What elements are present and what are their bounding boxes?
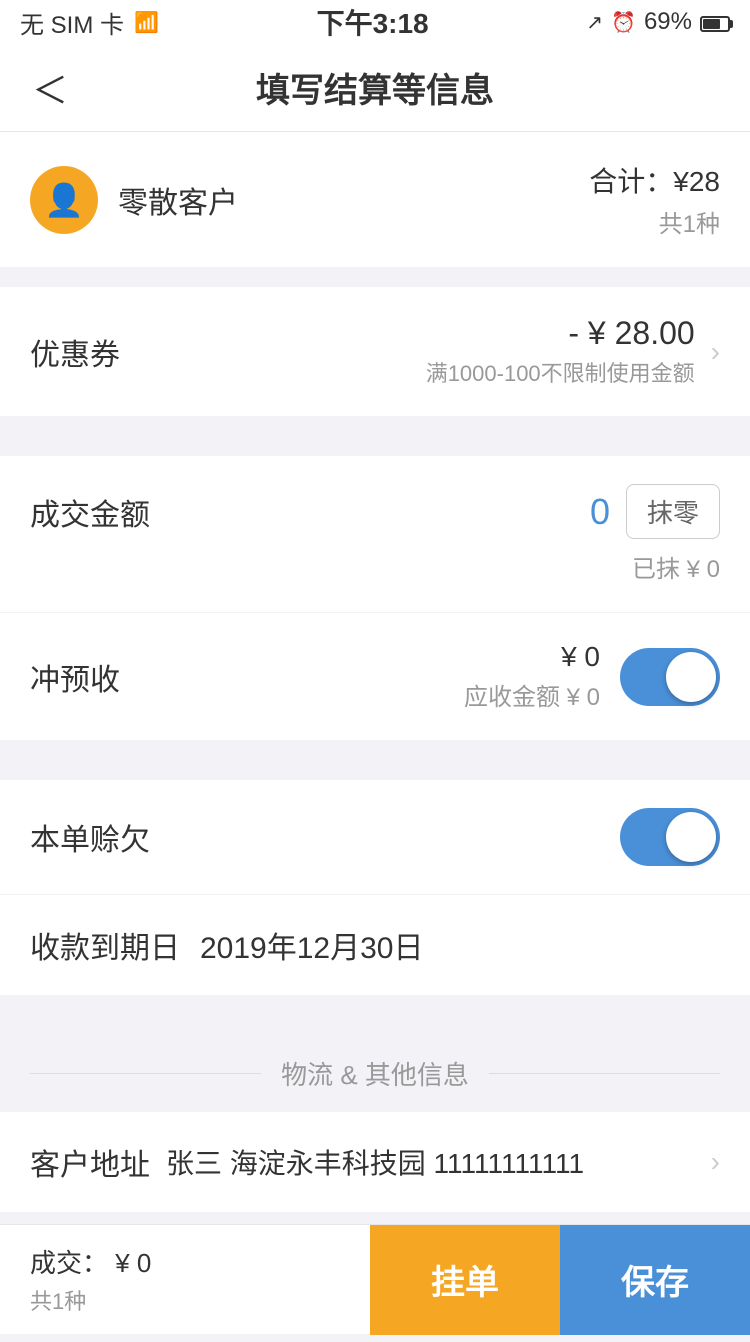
- prepayment-value-area: ¥ 0 应收金额 ¥ 0: [464, 641, 600, 712]
- divider-2: [0, 436, 750, 456]
- debt-label: 本单赊欠: [30, 815, 150, 859]
- customer-name: 零散客户: [118, 178, 238, 222]
- deal-amount-value[interactable]: 0: [590, 491, 610, 533]
- debt-toggle-knob: [666, 812, 716, 862]
- hold-button[interactable]: 挂单: [370, 1225, 560, 1335]
- logistics-divider: 物流 & 其他信息: [0, 1035, 750, 1112]
- battery-icon: [700, 8, 730, 36]
- address-section: 客户地址 张三 海淀永丰科技园 11111111111 ›: [0, 1112, 750, 1212]
- bottom-deal-value: ¥ 0: [115, 1248, 151, 1278]
- avatar: 👤: [30, 166, 98, 234]
- coupon-row[interactable]: 优惠券 - ¥ 28.00 满1000-100不限制使用金额 ›: [0, 287, 750, 416]
- status-left: 无 SIM 卡 📶: [20, 5, 159, 40]
- address-value: 张三 海淀永丰科技园 11111111111: [166, 1142, 695, 1182]
- location-icon: ↗: [586, 10, 603, 35]
- wifi-icon: 📶: [134, 10, 159, 35]
- battery-text: 69%: [644, 8, 692, 36]
- deal-amount-row: 成交金额 0 抹零 已抹 ¥ 0: [0, 456, 750, 613]
- alarm-icon: ⏰: [611, 10, 636, 35]
- save-button[interactable]: 保存: [560, 1225, 750, 1335]
- prepayment-sub: 应收金额 ¥ 0: [464, 677, 600, 712]
- bottom-count: 共1种: [30, 1284, 340, 1316]
- address-chevron-icon: ›: [711, 1146, 720, 1178]
- coupon-chevron-icon: ›: [711, 336, 720, 368]
- prepayment-row: 冲预收 ¥ 0 应收金额 ¥ 0: [0, 613, 750, 740]
- bottom-summary: 成交： ¥ 0 共1种: [0, 1243, 370, 1316]
- coupon-discount: - ¥ 28.00: [426, 315, 695, 352]
- bottom-deal-label: 成交：: [30, 1248, 108, 1278]
- deal-prepay-section: 成交金额 0 抹零 已抹 ¥ 0 冲预收 ¥ 0 应收金额 ¥ 0: [0, 456, 750, 740]
- address-row[interactable]: 客户地址 张三 海淀永丰科技园 11111111111 ›: [0, 1112, 750, 1212]
- carrier-text: 无 SIM 卡: [20, 5, 124, 40]
- prepayment-toggle[interactable]: [620, 648, 720, 706]
- nav-bar: ＜ 填写结算等信息: [0, 44, 750, 132]
- status-time: 下午3:18: [317, 2, 429, 42]
- back-button[interactable]: ＜: [20, 58, 80, 118]
- customer-section: 👤 零散客户 合计：¥28 共1种: [0, 132, 750, 267]
- deal-amount-sub: 已抹 ¥ 0: [30, 549, 720, 584]
- status-right: ↗ ⏰ 69%: [586, 8, 730, 36]
- bottom-deal-amount: 成交： ¥ 0: [30, 1243, 340, 1280]
- customer-row: 👤 零散客户 合计：¥28 共1种: [0, 132, 750, 267]
- logistics-text: 物流 & 其他信息: [281, 1055, 469, 1092]
- deal-amount-label: 成交金额: [30, 490, 150, 534]
- logistics-line-right: [489, 1073, 720, 1074]
- prepayment-label: 冲预收: [30, 655, 120, 699]
- coupon-section: 优惠券 - ¥ 28.00 满1000-100不限制使用金额 ›: [0, 287, 750, 416]
- debt-section: 本单赊欠 收款到期日 2019年12月30日: [0, 780, 750, 995]
- debt-due-label: 收款到期日: [30, 923, 180, 967]
- divider-1: [0, 267, 750, 287]
- total-amount: 合计：¥28: [589, 160, 720, 200]
- debt-due-value: 2019年12月30日: [200, 923, 423, 967]
- logistics-line-left: [30, 1073, 261, 1074]
- debt-date-row[interactable]: 收款到期日 2019年12月30日: [0, 895, 750, 995]
- coupon-note: 满1000-100不限制使用金额: [426, 356, 695, 388]
- divider-3: [0, 760, 750, 780]
- status-bar: 无 SIM 卡 📶 下午3:18 ↗ ⏰ 69%: [0, 0, 750, 44]
- debt-toggle[interactable]: [620, 808, 720, 866]
- page-title: 填写结算等信息: [256, 63, 494, 112]
- debt-row: 本单赊欠: [0, 780, 750, 895]
- bottom-bar: 成交： ¥ 0 共1种 挂单 保存: [0, 1224, 750, 1334]
- round-zero-button[interactable]: 抹零: [626, 484, 720, 539]
- customer-summary: 合计：¥28 共1种: [589, 160, 720, 239]
- total-count: 共1种: [589, 204, 720, 239]
- coupon-label: 优惠券: [30, 330, 120, 374]
- divider-4: [0, 1015, 750, 1035]
- address-label: 客户地址: [30, 1140, 150, 1184]
- toggle-knob: [666, 652, 716, 702]
- prepayment-amount: ¥ 0: [464, 641, 600, 673]
- avatar-icon: 👤: [44, 181, 84, 219]
